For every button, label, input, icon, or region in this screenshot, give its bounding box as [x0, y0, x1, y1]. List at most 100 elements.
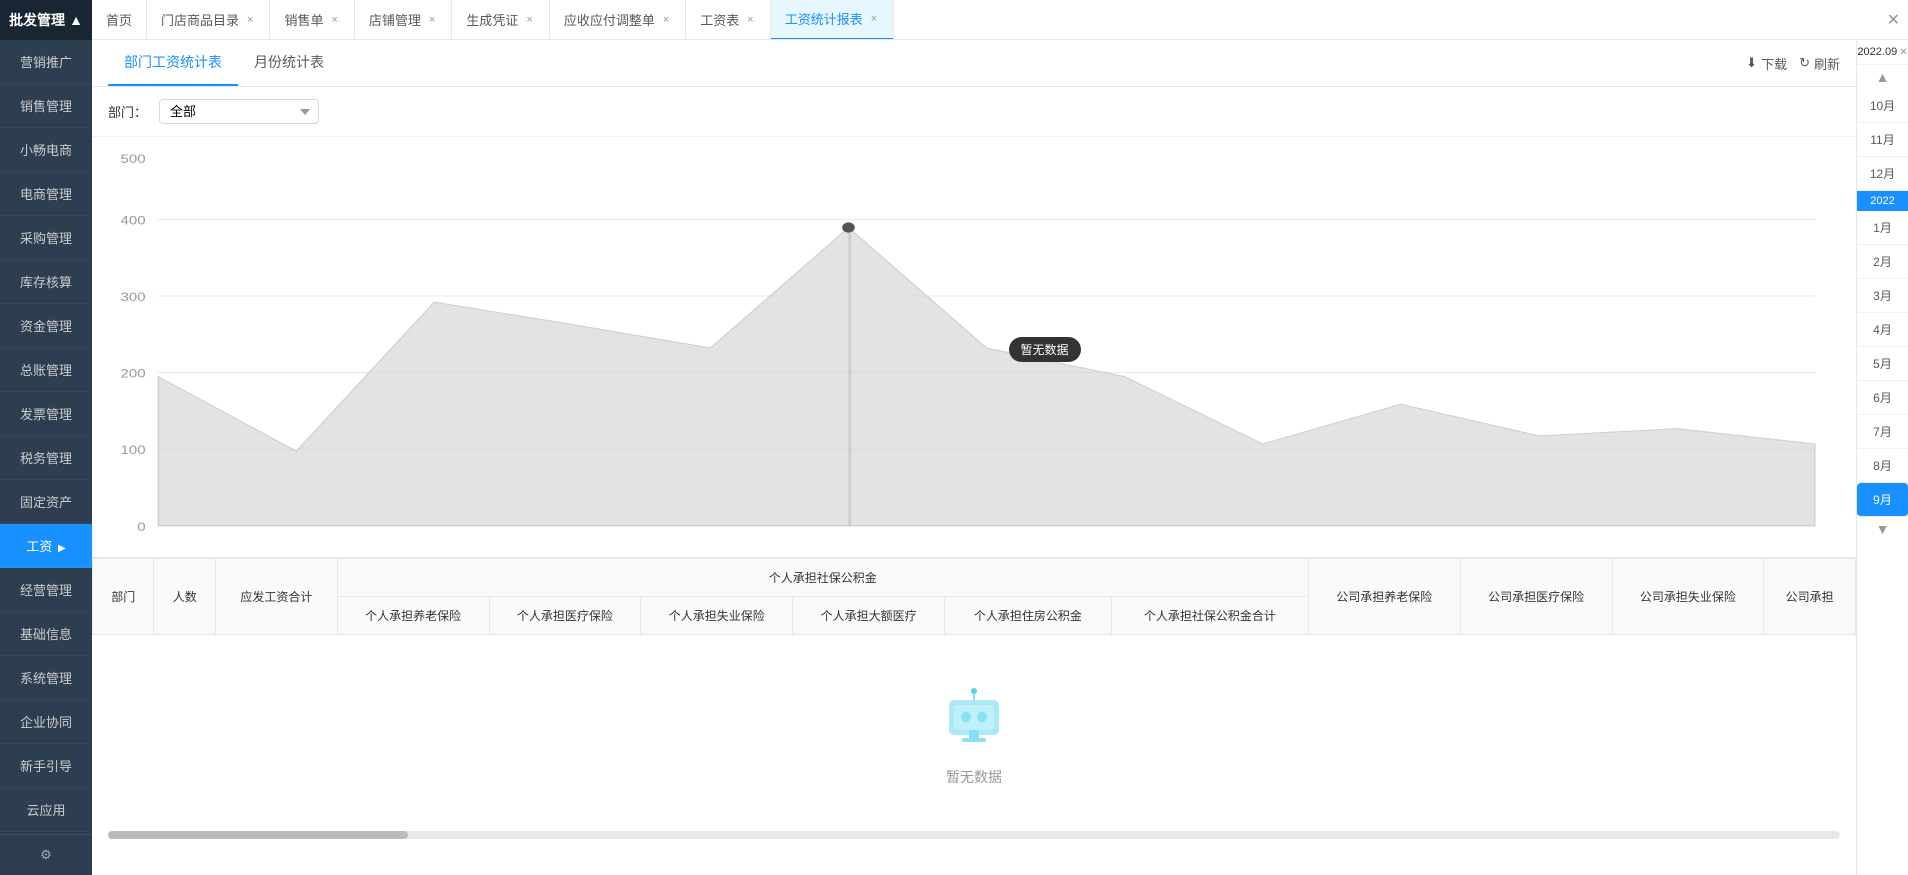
sub-tab-actions: ⬇ 下载 ↻ 刷新	[1746, 54, 1840, 73]
timeline-year-2022[interactable]: 2022	[1857, 191, 1908, 211]
svg-text:500: 500	[121, 153, 147, 166]
download-button[interactable]: ⬇ 下载	[1746, 54, 1787, 73]
chart-container: 0 100 200 300 400 500	[92, 137, 1856, 557]
tab-close-payroll-report[interactable]: ×	[869, 11, 879, 27]
timeline-month-1[interactable]: 1月	[1857, 211, 1908, 245]
refresh-icon: ↻	[1799, 55, 1810, 71]
svg-text:300: 300	[121, 290, 147, 303]
tab-close-sales[interactable]: ×	[329, 12, 339, 28]
sidebar-item-finance[interactable]: 资金管理	[0, 304, 92, 348]
main-area: 首页 门店商品目录 × 销售单 × 店铺管理 × 生成凭证 × 应收应付调整单 …	[92, 0, 1908, 875]
timeline-month-6[interactable]: 6月	[1857, 381, 1908, 415]
sub-tab-bar: 部门工资统计表 月份统计表 ⬇ 下载 ↻ 刷新	[92, 40, 1856, 87]
col-personal-housing: 个人承担住房公积金	[944, 597, 1111, 635]
sidebar-title: 批发管理	[9, 10, 65, 30]
col-total-salary: 应发工资合计	[215, 559, 337, 635]
horizontal-scrollbar[interactable]	[108, 831, 1840, 839]
horizontal-scroll-thumb[interactable]	[108, 831, 408, 839]
sidebar-item-inventory[interactable]: 库存核算	[0, 260, 92, 304]
filter-dept-label: 部门：	[108, 102, 147, 121]
tab-voucher[interactable]: 生成凭证 ×	[452, 0, 549, 40]
timeline-month-9[interactable]: 9月	[1857, 483, 1908, 517]
timeline-month-3[interactable]: 3月	[1857, 279, 1908, 313]
sidebar-item-marketing[interactable]: 营销推广	[0, 40, 92, 84]
content-area: 部门工资统计表 月份统计表 ⬇ 下载 ↻ 刷新	[92, 40, 1908, 875]
sub-tab-left: 部门工资统计表 月份统计表	[108, 40, 340, 86]
col-company-other: 公司承担	[1764, 559, 1856, 635]
chart-svg: 0 100 200 300 400 500	[108, 153, 1840, 541]
col-personal-medical: 个人承担医疗保险	[489, 597, 641, 635]
filter-bar: 部门： 全部	[92, 87, 1856, 137]
timeline-month-8[interactable]: 8月	[1857, 449, 1908, 483]
timeline-month-5[interactable]: 5月	[1857, 347, 1908, 381]
sidebar-item-invoice[interactable]: 发票管理	[0, 392, 92, 436]
col-personal-pension: 个人承担养老保险	[337, 597, 489, 635]
sidebar-item-purchase[interactable]: 采购管理	[0, 216, 92, 260]
timeline-close-icon[interactable]: ✕	[1899, 47, 1907, 58]
timeline-down-nav[interactable]: ▼	[1872, 517, 1894, 541]
sidebar: 批发管理 ▲ 营销推广 销售管理 小畅电商 电商管理 采购管理 库存核算 资金管…	[0, 0, 92, 875]
col-company-medical: 公司承担医疗保险	[1460, 559, 1612, 635]
sidebar-item-salary[interactable]: 工资 ▶	[0, 524, 92, 568]
sidebar-item-basic[interactable]: 基础信息	[0, 612, 92, 656]
timeline-month-7[interactable]: 7月	[1857, 415, 1908, 449]
col-count: 人数	[154, 559, 215, 635]
empty-icon	[934, 675, 1014, 755]
data-table: 部门 人数 应发工资合计 个人承担社保公积金 公司承担养老保险 公司承担医疗保险…	[92, 558, 1856, 635]
filter-dept-select[interactable]: 全部	[159, 99, 319, 124]
timeline-month-12[interactable]: 12月	[1857, 157, 1908, 191]
col-personal-large-medical: 个人承担大额医疗	[793, 597, 945, 635]
tab-close-payroll[interactable]: ×	[745, 12, 755, 28]
tab-home[interactable]: 首页	[92, 0, 147, 40]
refresh-button[interactable]: ↻ 刷新	[1799, 54, 1840, 73]
tab-month-stats[interactable]: 月份统计表	[238, 40, 340, 86]
tab-close-store-catalog[interactable]: ×	[245, 12, 255, 28]
col-personal-unemployment: 个人承担失业保险	[641, 597, 793, 635]
timeline-month-4[interactable]: 4月	[1857, 313, 1908, 347]
timeline-year-header: 2022.09 ✕	[1857, 40, 1908, 65]
tab-close-store-mgmt[interactable]: ×	[427, 12, 437, 28]
timeline-up-nav[interactable]: ▲	[1872, 65, 1894, 89]
tab-close-voucher[interactable]: ×	[524, 12, 534, 28]
sidebar-item-cloud[interactable]: 云应用	[0, 788, 92, 832]
sidebar-item-guide[interactable]: 新手引导	[0, 744, 92, 788]
timeline-month-11[interactable]: 11月	[1857, 123, 1908, 157]
sidebar-item-ecom-small[interactable]: 小畅电商	[0, 128, 92, 172]
svg-text:400: 400	[121, 214, 147, 227]
tab-payroll[interactable]: 工资表 ×	[686, 0, 770, 40]
svg-text:0: 0	[137, 520, 146, 533]
sidebar-item-tax[interactable]: 税务管理	[0, 436, 92, 480]
sidebar-item-collab[interactable]: 企业协同	[0, 700, 92, 744]
tab-sales[interactable]: 销售单 ×	[270, 0, 354, 40]
col-group-personal: 个人承担社保公积金	[337, 559, 1308, 597]
tab-store-catalog[interactable]: 门店商品目录 ×	[147, 0, 270, 40]
sidebar-collapse-icon[interactable]: ▲	[69, 12, 83, 28]
page-content: 部门工资统计表 月份统计表 ⬇ 下载 ↻ 刷新	[92, 40, 1856, 875]
timeline-month-10[interactable]: 10月	[1857, 89, 1908, 123]
chart-tooltip: 暂无数据	[1009, 337, 1081, 362]
tab-bar-end: ✕	[1879, 10, 1908, 30]
tab-dept-salary[interactable]: 部门工资统计表	[108, 40, 238, 86]
empty-state: 暂无数据	[92, 635, 1856, 827]
table-container: 部门 人数 应发工资合计 个人承担社保公积金 公司承担养老保险 公司承担医疗保险…	[92, 557, 1856, 875]
sidebar-item-assets[interactable]: 固定资产	[0, 480, 92, 524]
svg-text:100: 100	[121, 444, 147, 457]
col-company-pension: 公司承担养老保险	[1308, 559, 1460, 635]
sidebar-header: 批发管理 ▲	[0, 0, 92, 40]
sidebar-settings-button[interactable]: ⚙	[0, 834, 92, 875]
svg-text:200: 200	[121, 367, 147, 380]
sidebar-item-ledger[interactable]: 总账管理	[0, 348, 92, 392]
tab-adjustment[interactable]: 应收应付调整单 ×	[550, 0, 686, 40]
download-icon: ⬇	[1746, 55, 1757, 71]
tab-bar: 首页 门店商品目录 × 销售单 × 店铺管理 × 生成凭证 × 应收应付调整单 …	[92, 0, 1908, 40]
sidebar-item-sales[interactable]: 销售管理	[0, 84, 92, 128]
sidebar-item-system[interactable]: 系统管理	[0, 656, 92, 700]
sidebar-item-ops[interactable]: 经营管理	[0, 568, 92, 612]
close-all-icon[interactable]: ✕	[1887, 10, 1900, 30]
tab-store-mgmt[interactable]: 店铺管理 ×	[355, 0, 452, 40]
tab-close-adjustment[interactable]: ×	[661, 12, 671, 28]
sidebar-item-ecom[interactable]: 电商管理	[0, 172, 92, 216]
col-dept: 部门	[93, 559, 154, 635]
timeline-month-2[interactable]: 2月	[1857, 245, 1908, 279]
tab-payroll-report[interactable]: 工资统计报表 ×	[771, 0, 894, 40]
